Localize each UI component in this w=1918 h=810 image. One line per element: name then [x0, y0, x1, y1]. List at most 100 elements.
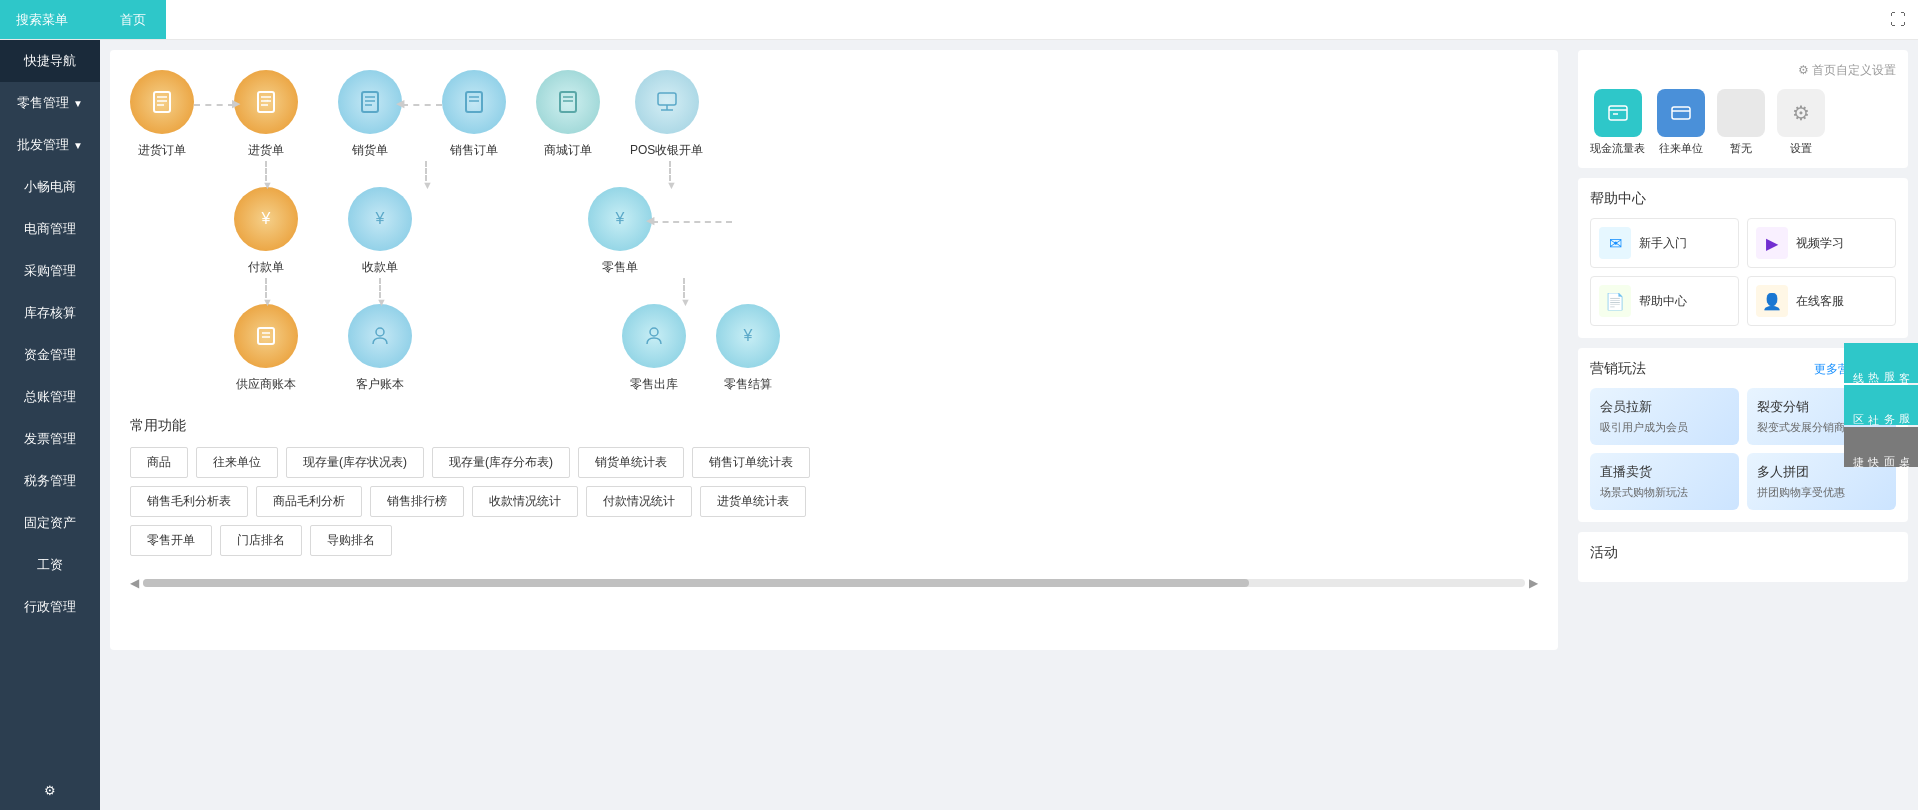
- arrow-down-purchase: ▼: [234, 161, 298, 181]
- func-payment-stat[interactable]: 付款情况统计: [586, 486, 692, 517]
- float-buttons: 客服热线 服务社区 桌面快捷: [1844, 343, 1918, 467]
- mall-order-icon[interactable]: [536, 70, 600, 134]
- func-sales-rank[interactable]: 销售排行榜: [370, 486, 464, 517]
- help-beginner[interactable]: ✉ 新手入门: [1590, 218, 1739, 268]
- partners-icon: [1657, 89, 1705, 137]
- horizontal-scrollbar[interactable]: ◀ ▶: [130, 576, 1538, 590]
- sidebar-item-purchase[interactable]: 采购管理: [0, 250, 100, 292]
- quick-icon-cashflow[interactable]: 现金流量表: [1590, 89, 1645, 156]
- payment-icon[interactable]: ¥: [234, 187, 298, 251]
- supplier-account-icon[interactable]: [234, 304, 298, 368]
- marketing-member[interactable]: 会员拉新 吸引用户成为会员: [1590, 388, 1739, 445]
- help-video[interactable]: ▶ 视频学习: [1747, 218, 1896, 268]
- settings-label: 设置: [1790, 141, 1812, 156]
- func-row2: 销售毛利分析表 商品毛利分析 销售排行榜 收款情况统计 付款情况统计 进货单统计…: [130, 486, 1538, 517]
- quick-icon-settings[interactable]: ⚙ 设置: [1777, 89, 1825, 156]
- scroll-left-arrow[interactable]: ◀: [130, 576, 139, 590]
- retail-order-icon[interactable]: ¥: [588, 187, 652, 251]
- scroll-right-arrow[interactable]: ▶: [1529, 576, 1538, 590]
- float-customer-service[interactable]: 客服热线: [1844, 343, 1918, 383]
- flow-diagram: 进货订单 ▶ →: [130, 70, 1538, 393]
- arrow-2: ◀: [402, 104, 442, 106]
- func-receipt-stat[interactable]: 收款情况统计: [472, 486, 578, 517]
- retail-out-icon[interactable]: [622, 304, 686, 368]
- group-desc: 拼团购物享受优惠: [1757, 485, 1886, 500]
- tab-home[interactable]: 首页: [100, 0, 166, 39]
- sidebar-item-tax[interactable]: 税务管理: [0, 460, 100, 502]
- sidebar-item-ledger[interactable]: 总账管理: [0, 376, 100, 418]
- sidebar-item-admin[interactable]: 行政管理: [0, 586, 100, 628]
- func-sales-order-stat[interactable]: 销售订单统计表: [692, 447, 810, 478]
- svg-rect-13: [466, 92, 482, 112]
- help-title: 帮助中心: [1590, 190, 1896, 208]
- customize-setting-btn[interactable]: ⚙ 首页自定义设置: [1798, 62, 1896, 79]
- func-purchase-stat[interactable]: 进货单统计表: [700, 486, 806, 517]
- sidebar-item-ecommerce[interactable]: 电商管理: [0, 208, 100, 250]
- sidebar-item-invoice[interactable]: 发票管理: [0, 418, 100, 460]
- retail-out-label: 零售出库: [630, 376, 678, 393]
- sidebar-item-quicknav[interactable]: 快捷导航: [0, 40, 100, 82]
- func-stock-dist[interactable]: 现存量(库存分布表): [432, 447, 570, 478]
- scrollbar-track[interactable]: [143, 579, 1525, 587]
- func-store-rank[interactable]: 门店排名: [220, 525, 302, 556]
- func-sales-gross[interactable]: 销售毛利分析表: [130, 486, 248, 517]
- func-retail-order[interactable]: 零售开单: [130, 525, 212, 556]
- sidebar-item-fixed-assets[interactable]: 固定资产: [0, 502, 100, 544]
- func-stock-status[interactable]: 现存量(库存状况表): [286, 447, 424, 478]
- func-row1: 商品 往来单位 现存量(库存状况表) 现存量(库存分布表) 销货单统计表 销售订…: [130, 447, 1538, 478]
- sidebar-item-payroll[interactable]: 工资: [0, 544, 100, 586]
- node-receipt: ¥ 收款单: [348, 187, 412, 276]
- pos-cashier-label: POS收银开单: [630, 142, 703, 159]
- mall-order-label: 商城订单: [544, 142, 592, 159]
- node-pos-cashier: POS收银开单: [630, 70, 703, 159]
- search-menu-button[interactable]: 搜索菜单: [0, 0, 100, 39]
- float-service-community[interactable]: 服务社区: [1844, 385, 1918, 425]
- diagram-arrows-row2: ▼ ▼ ▼: [130, 278, 1538, 298]
- scrollbar-thumb: [143, 579, 1249, 587]
- none-icon: [1717, 89, 1765, 137]
- node-retail-order: ¥ 零售单: [588, 187, 652, 276]
- func-sales-bill-stat[interactable]: 销货单统计表: [578, 447, 684, 478]
- quick-icon-partners[interactable]: 往来单位: [1657, 89, 1705, 156]
- node-customer-account: 客户账本: [348, 304, 412, 393]
- top-bar: 搜索菜单 首页 ⛶: [0, 0, 1918, 40]
- arrow-down-salesorder: ▼: [638, 161, 702, 181]
- sidebar-item-wholesale[interactable]: 批发管理 ▼: [0, 124, 100, 166]
- sidebar-settings-button[interactable]: ⚙: [0, 771, 100, 810]
- svg-rect-9: [362, 92, 378, 112]
- svg-rect-25: [258, 328, 274, 344]
- help-online[interactable]: 👤 在线客服: [1747, 276, 1896, 326]
- pos-cashier-icon[interactable]: [635, 70, 699, 134]
- quick-icon-none[interactable]: 暂无: [1717, 89, 1765, 156]
- arrow-down-receipt: ▼: [348, 278, 412, 298]
- fullscreen-button[interactable]: ⛶: [1886, 7, 1910, 33]
- retail-settle-label: 零售结算: [724, 376, 772, 393]
- func-guide-rank[interactable]: 导购排名: [310, 525, 392, 556]
- marketing-live[interactable]: 直播卖货 场景式购物新玩法: [1590, 453, 1739, 510]
- member-desc: 吸引用户成为会员: [1600, 420, 1729, 435]
- svg-rect-0: [154, 92, 170, 112]
- svg-rect-16: [560, 92, 576, 112]
- sales-bill-icon[interactable]: [338, 70, 402, 134]
- customer-account-icon[interactable]: [348, 304, 412, 368]
- help-center[interactable]: 📄 帮助中心: [1590, 276, 1739, 326]
- purchase-bill-label: 进货单: [248, 142, 284, 159]
- purchase-order-icon[interactable]: [130, 70, 194, 134]
- svg-rect-34: [1672, 107, 1690, 119]
- sidebar-item-inventory[interactable]: 库存核算: [0, 292, 100, 334]
- func-product[interactable]: 商品: [130, 447, 188, 478]
- float-desktop-shortcut[interactable]: 桌面快捷: [1844, 427, 1918, 467]
- node-mall-order: 商城订单: [536, 70, 600, 159]
- func-product-gross[interactable]: 商品毛利分析: [256, 486, 362, 517]
- sidebar-item-ecommerce-small[interactable]: 小畅电商: [0, 166, 100, 208]
- online-service-label: 在线客服: [1796, 293, 1844, 310]
- retail-settle-icon[interactable]: ¥: [716, 304, 780, 368]
- supplier-account-label: 供应商账本: [236, 376, 296, 393]
- sidebar-item-retail[interactable]: 零售管理 ▼: [0, 82, 100, 124]
- purchase-bill-icon[interactable]: →: [234, 70, 298, 134]
- receipt-icon[interactable]: ¥: [348, 187, 412, 251]
- sales-order-icon[interactable]: [442, 70, 506, 134]
- func-partners[interactable]: 往来单位: [196, 447, 278, 478]
- sidebar-item-finance[interactable]: 资金管理: [0, 334, 100, 376]
- svg-text:→: →: [262, 96, 270, 105]
